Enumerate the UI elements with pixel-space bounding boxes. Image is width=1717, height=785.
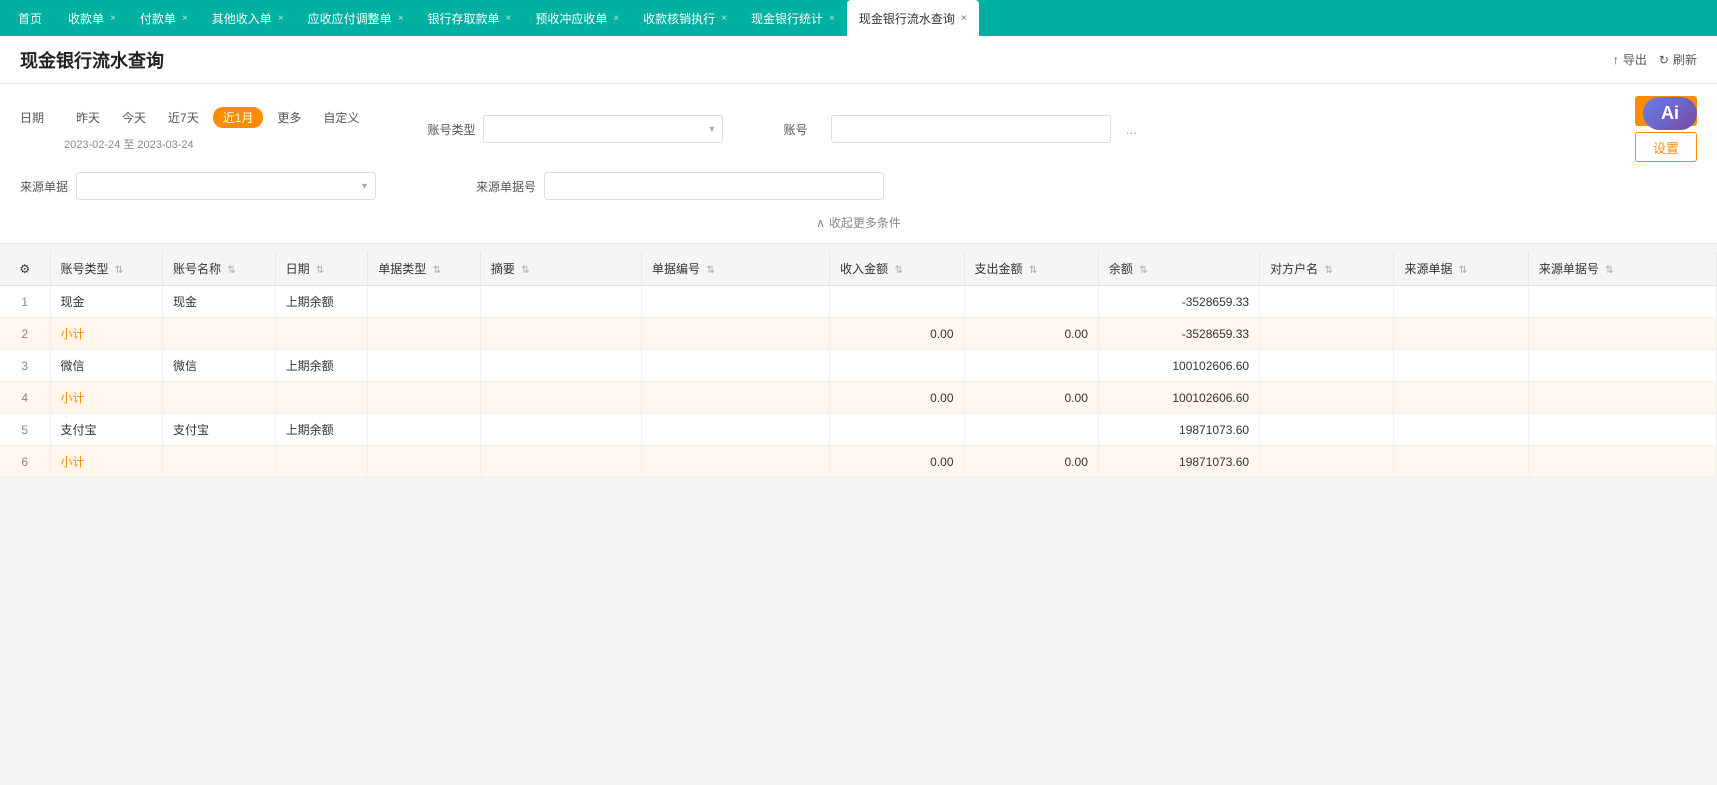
nav-item-应收应付调整单[interactable]: 应收应付调整单 × [296,0,416,36]
page-header: 现金银行流水查询 ↑ 导出 ↻ 刷新 [0,36,1717,84]
nav-item-付款单[interactable]: 付款单 × [128,0,200,36]
account-type-label: 账号类型 [427,121,475,138]
date-opt-7days[interactable]: 近7天 [160,107,207,128]
table-row[interactable]: 1现金现金上期余额-3528659.33 [0,286,1717,318]
close-icon[interactable]: × [505,13,511,24]
table-row[interactable]: 4小计0.000.00100102606.60 [0,382,1717,414]
sort-icon: ⇅ [1139,265,1147,276]
table-row[interactable]: 6小计0.000.0019871073.60 [0,446,1717,478]
filter-row-2: 来源单据 ▾ 来源单据号 [20,172,1697,200]
col-income[interactable]: 收入金额 ⇅ [830,252,964,286]
col-account-type[interactable]: 账号类型 ⇅ [50,252,163,286]
date-opt-today[interactable]: 今天 [114,107,154,128]
account-label: 账号 [783,121,823,138]
chevron-down-icon: ▾ [709,124,714,135]
nav-item-收款单[interactable]: 收款单 × [56,0,128,36]
sort-icon: ⇅ [1605,265,1613,276]
setting-button[interactable]: 设置 [1635,132,1697,162]
table-row[interactable]: 5支付宝支付宝上期余额19871073.60 [0,414,1717,446]
filter-area: 日期 昨天 今天 近7天 近1月 更多 自定义 2023-02-24 至 202… [0,84,1717,244]
date-range-display: 2023-02-24 至 2023-03-24 [64,136,194,152]
sort-icon: ⇅ [706,265,714,276]
nav-item-现金银行统计[interactable]: 现金银行统计 × [739,0,847,36]
data-table: ⚙ 账号类型 ⇅ 账号名称 ⇅ 日期 ⇅ 单据类型 ⇅ [0,252,1717,478]
col-source-doc-no[interactable]: 来源单据号 ⇅ [1528,252,1716,286]
sort-icon: ⇅ [227,265,235,276]
date-opt-custom[interactable]: 自定义 [315,107,367,128]
col-summary[interactable]: 摘要 ⇅ [480,252,641,286]
sort-icon: ⇅ [1459,265,1467,276]
close-icon[interactable]: × [613,13,619,24]
close-icon[interactable]: × [721,13,727,24]
row-number: 3 [0,350,50,382]
account-input[interactable] [831,115,1111,143]
sort-icon: ⇅ [895,265,903,276]
top-navigation: 首页 收款单 × 付款单 × 其他收入单 × 应收应付调整单 × 银行存取款单 … [0,0,1717,36]
page-title: 现金银行流水查询 [20,47,164,73]
export-icon: ↑ [1613,53,1619,67]
sort-icon: ⇅ [1324,265,1332,276]
close-icon[interactable]: × [961,13,967,24]
source-doc-label: 来源单据 [20,178,68,195]
sort-icon: ⇅ [316,265,324,276]
filter-row-1: 日期 昨天 今天 近7天 近1月 更多 自定义 2023-02-24 至 202… [20,96,1697,162]
row-number: 6 [0,446,50,478]
sort-icon: ⇅ [433,265,441,276]
sort-icon: ⇅ [1029,265,1037,276]
row-number: 2 [0,318,50,350]
sort-icon: ⇅ [521,265,529,276]
nav-home[interactable]: 首页 [4,10,56,27]
row-number: 1 [0,286,50,318]
col-account-name[interactable]: 账号名称 ⇅ [163,252,276,286]
row-number: 5 [0,414,50,446]
col-balance[interactable]: 余额 ⇅ [1098,252,1259,286]
source-doc-select[interactable]: ▾ [76,172,376,200]
refresh-button[interactable]: ↻ 刷新 [1659,51,1697,68]
col-settings[interactable]: ⚙ [0,252,50,286]
date-label: 日期 [20,109,60,126]
date-opt-more[interactable]: 更多 [269,107,309,128]
chevron-down-icon: ▾ [362,181,367,192]
header-actions: ↑ 导出 ↻ 刷新 [1613,51,1697,68]
refresh-icon: ↻ [1659,53,1669,67]
export-button[interactable]: ↑ 导出 [1613,51,1647,68]
col-date[interactable]: 日期 ⇅ [275,252,368,286]
nav-item-其他收入单[interactable]: 其他收入单 × [200,0,296,36]
close-icon[interactable]: × [398,13,404,24]
ai-badge[interactable]: Ai [1643,97,1697,130]
table-area: ⚙ 账号类型 ⇅ 账号名称 ⇅ 日期 ⇅ 单据类型 ⇅ [0,252,1717,478]
table-header-row: ⚙ 账号类型 ⇅ 账号名称 ⇅ 日期 ⇅ 单据类型 ⇅ [0,252,1717,286]
table-row[interactable]: 2小计0.000.00-3528659.33 [0,318,1717,350]
date-opt-yesterday[interactable]: 昨天 [68,107,108,128]
date-options: 昨天 今天 近7天 近1月 更多 自定义 [68,107,367,128]
more-dots-button[interactable]: ... [1119,121,1143,137]
source-doc-num-label: 来源单据号 [476,178,536,195]
table-row[interactable]: 3微信微信上期余额100102606.60 [0,350,1717,382]
close-icon[interactable]: × [182,13,188,24]
gear-icon: ⚙ [19,262,30,276]
row-number: 4 [0,382,50,414]
nav-item-收款核销执行[interactable]: 收款核销执行 × [631,0,739,36]
nav-item-现金银行流水查询[interactable]: 现金银行流水查询 × [847,0,979,36]
close-icon[interactable]: × [829,13,835,24]
col-doc-type[interactable]: 单据类型 ⇅ [368,252,481,286]
collapse-bar[interactable]: ∧ 收起更多条件 [20,210,1697,235]
account-type-select[interactable]: ▾ [483,115,723,143]
col-source-doc[interactable]: 来源单据 ⇅ [1394,252,1528,286]
source-doc-num-input[interactable] [544,172,884,200]
chevron-up-icon: ∧ [816,216,825,230]
nav-item-银行存取款单[interactable]: 银行存取款单 × [415,0,523,36]
date-opt-1month[interactable]: 近1月 [213,107,264,128]
col-expense[interactable]: 支出金额 ⇅ [964,252,1098,286]
close-icon[interactable]: × [278,13,284,24]
sort-icon: ⇅ [115,265,123,276]
nav-item-预收冲应收单[interactable]: 预收冲应收单 × [523,0,631,36]
col-doc-no[interactable]: 单据编号 ⇅ [642,252,830,286]
close-icon[interactable]: × [110,13,116,24]
col-counterparty[interactable]: 对方户名 ⇅ [1260,252,1394,286]
